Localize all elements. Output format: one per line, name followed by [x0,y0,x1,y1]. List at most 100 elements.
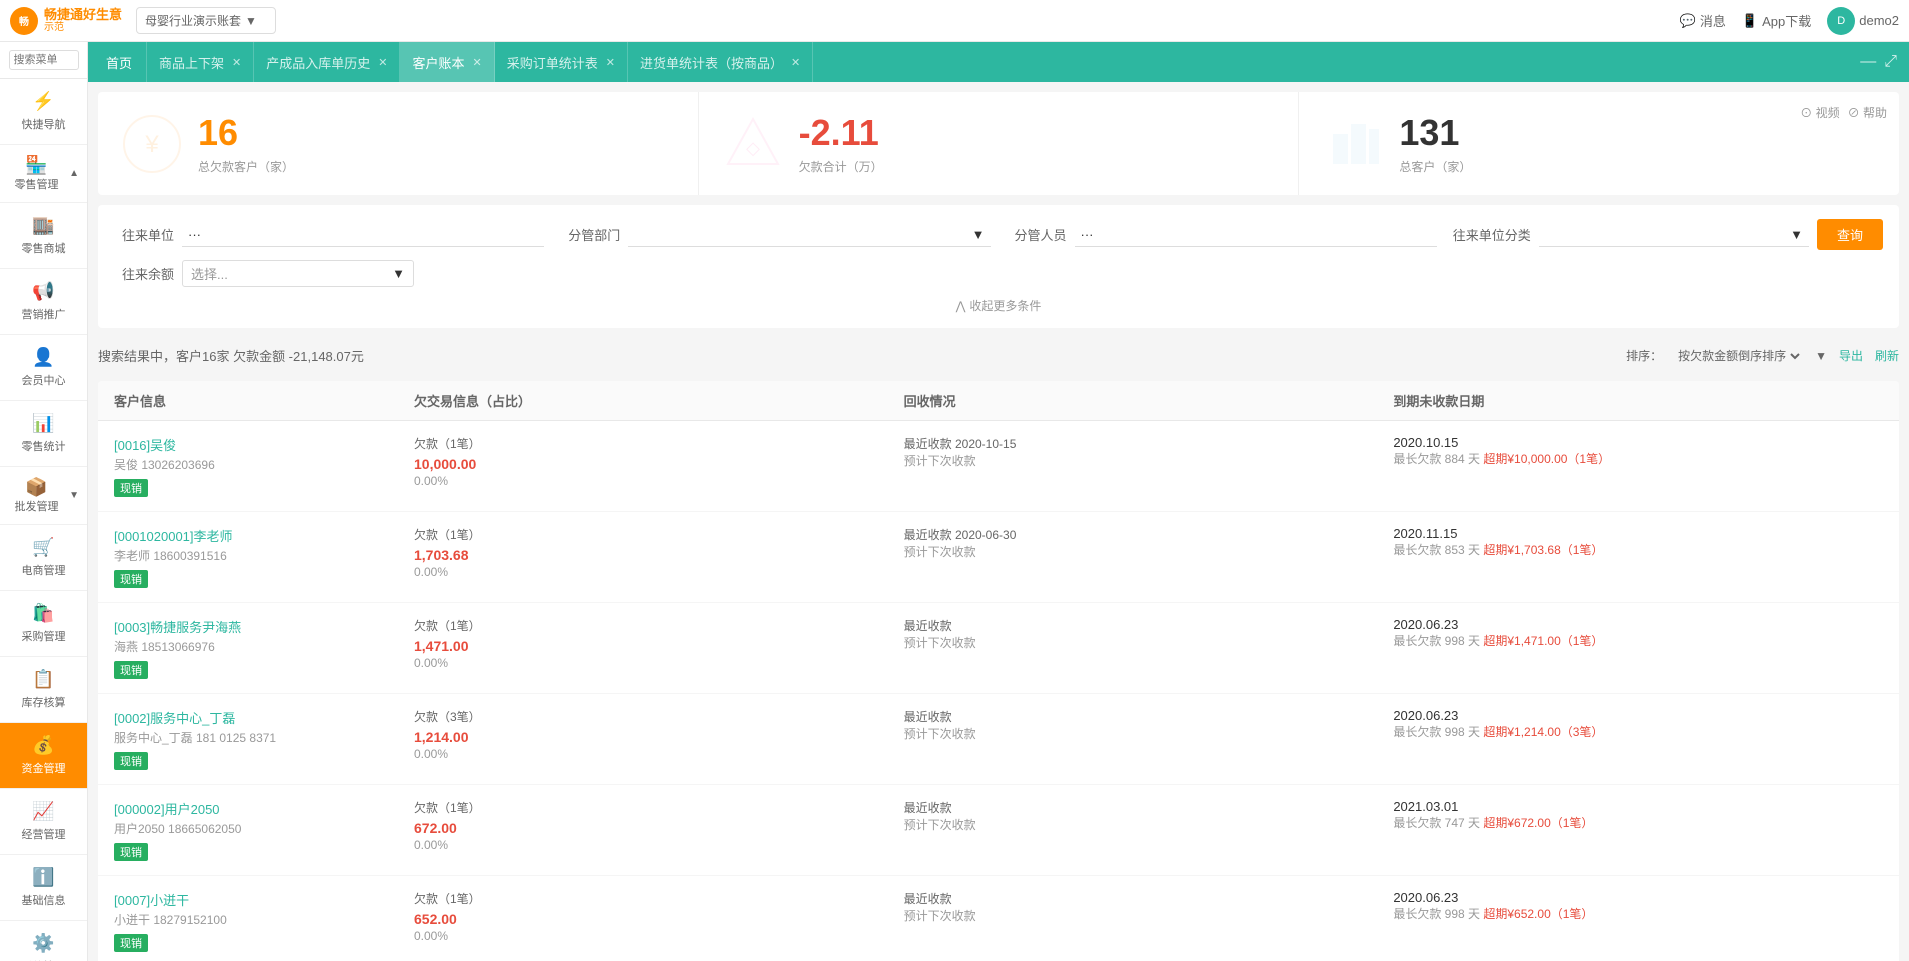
sidebar-item-retail-stat[interactable]: 📊 零售统计 [0,401,87,467]
ecommerce-icon: 🛒 [32,537,54,558]
tab-product-history-close[interactable]: ✕ [378,56,387,69]
tab-product-off[interactable]: 商品上下架 ✕ [147,42,254,82]
sidebar-item-finance[interactable]: 💰 资金管理 [0,723,87,789]
customer-info-2: [0001020001]李老师 李老师 18600391516 现销 [114,526,414,588]
operations-icon: 📈 [32,801,54,822]
tab-actions: — ⤢ [1860,53,1905,71]
filter-row-1: 往来单位 ··· 分管部门 ▼ [114,219,1883,250]
col-customer-info: 客户信息 [114,391,414,410]
customer-name-1[interactable]: [0016]吴俊 [114,438,176,453]
user-menu[interactable]: D demo2 [1827,7,1899,35]
sidebar-item-basic-info[interactable]: ℹ️ 基础信息 [0,855,87,921]
debt-info-2: 欠款（1笔） 1,703.68 0.00% [414,526,904,579]
retail-mgmt-icon: 🏪 [25,155,47,176]
tab-minimize-btn[interactable]: — [1860,53,1876,71]
customer-tag-3: 现销 [114,661,148,679]
sort-select[interactable]: 按欠款金额倒序排序 [1674,348,1803,364]
tab-import-stats[interactable]: 进货单统计表（按商品） ✕ [628,42,813,82]
overdue-link-4[interactable]: 超期¥1,214.00（3笔） [1483,725,1603,739]
search-btn[interactable]: 查询 [1817,219,1883,250]
member-icon: 👤 [32,347,54,368]
view-icon[interactable]: ⊙ 视频 [1800,104,1839,121]
customer-name-6[interactable]: [0007]小迸干 [114,893,189,908]
tab-product-history[interactable]: 产成品入库单历史 ✕ [254,42,400,82]
total-customers-label: 总客户（家） [1399,158,1471,175]
overdue-link-5[interactable]: 超期¥672.00（1笔） [1483,816,1593,830]
overdue-link-6[interactable]: 超期¥652.00（1笔） [1483,907,1593,921]
finance-icon: 💰 [32,735,54,756]
customer-name-3[interactable]: [0003]畅捷服务尹海燕 [114,620,241,635]
sidebar-search-input[interactable] [9,50,79,70]
sidebar-item-inventory[interactable]: 📋 库存核算 [0,657,87,723]
overdue-link-3[interactable]: 超期¥1,471.00（1笔） [1483,634,1603,648]
sidebar-item-retail-store[interactable]: 🏬 零售商城 [0,203,87,269]
due-date-1: 2020.10.15 最长欠款 884 天 超期¥10,000.00（1笔） [1393,435,1883,467]
collapse-btn[interactable]: ⋀ 收起更多条件 [114,297,1883,314]
customer-name-5[interactable]: [000002]用户2050 [114,802,220,817]
tab-customer-account-close[interactable]: ✕ [473,56,482,69]
message-btn[interactable]: 💬 消息 [1680,11,1726,30]
customer-phone-2: 李老师 18600391516 [114,547,414,564]
source-unit-input[interactable]: ··· [182,223,544,247]
person-input[interactable]: ··· [1075,223,1437,247]
col-due-date: 到期未收款日期 [1393,391,1883,410]
message-label: 消息 [1700,11,1726,30]
export-btn[interactable]: 导出 [1839,347,1863,364]
help-icon[interactable]: ⊘ 帮助 [1848,104,1887,121]
app-download-btn[interactable]: 📱 App下载 [1742,11,1811,30]
sidebar-item-purchase[interactable]: 🛍️ 采购管理 [0,591,87,657]
logo-area: 畅 畅捷通好生意 示范 母婴行业演示账套 ▼ [10,7,276,35]
overdue-link-1[interactable]: 超期¥10,000.00（1笔） [1483,452,1610,466]
tab-purchase-stats-close[interactable]: ✕ [606,56,615,69]
debt-total-label: 欠款合计（万） [799,158,883,175]
tab-product-off-close[interactable]: ✕ [232,56,241,69]
tab-product-history-label: 产成品入库单历史 [266,53,370,72]
unit-category-select[interactable]: ▼ [1539,223,1809,247]
sidebar-label-basic-info: 基础信息 [22,892,66,908]
tab-purchase-stats[interactable]: 采购订单统计表 ✕ [495,42,628,82]
sidebar-label-member: 会员中心 [22,372,66,388]
due-date-2: 2020.11.15 最长欠款 853 天 超期¥1,703.68（1笔） [1393,526,1883,558]
sidebar-item-batch-mgmt[interactable]: 📦 批发管理 ▼ [0,467,87,525]
sidebar-item-marketing[interactable]: 📢 营销推广 [0,269,87,335]
sidebar-item-search[interactable] [0,42,87,79]
sidebar-item-member[interactable]: 👤 会员中心 [0,335,87,401]
sidebar-label-batch-mgmt: 批发管理 [15,498,59,514]
card-help: ⊙ 视频 ⊘ 帮助 [1800,104,1887,121]
tab-import-stats-close[interactable]: ✕ [791,56,800,69]
table-row: [0001020001]李老师 李老师 18600391516 现销 欠款（1笔… [98,512,1899,603]
tab-customer-account[interactable]: 客户账本 ✕ [400,42,494,82]
content-area: 首页 商品上下架 ✕ 产成品入库单历史 ✕ 客户账本 ✕ 采购订单统计表 ✕ [88,42,1909,961]
debt-customers-value: 16 [198,112,294,154]
logo-text: 畅捷通好生意 [44,7,122,23]
summary-card-total-customers: 131 总客户（家） ⊙ 视频 ⊘ 帮助 [1299,92,1899,195]
customer-name-2[interactable]: [0001020001]李老师 [114,529,233,544]
overdue-link-2[interactable]: 超期¥1,703.68（1笔） [1483,543,1603,557]
unit-category-label: 往来单位分类 [1453,225,1531,244]
customer-name-4[interactable]: [0002]服务中心_丁磊 [114,711,235,726]
dept-select[interactable]: ▼ [628,223,990,247]
debt-total-icon: ◇ [723,114,783,174]
refresh-btn[interactable]: 刷新 [1875,347,1899,364]
tab-product-off-label: 商品上下架 [159,53,224,72]
summary-row: ¥ 16 总欠款客户（家） ◇ [98,92,1899,195]
tab-home[interactable]: 首页 [92,42,147,82]
sidebar-label-purchase: 采购管理 [22,628,66,644]
avatar-initial: D [1837,15,1845,27]
basic-info-icon: ℹ️ [32,867,54,888]
sidebar-item-ecommerce[interactable]: 🛒 电商管理 [0,525,87,591]
sidebar-item-quick-nav[interactable]: ⚡ 快捷导航 [0,79,87,145]
sidebar-item-system[interactable]: ⚙️ 系统管理 [0,921,87,961]
tab-maximize-btn[interactable]: ⤢ [1884,53,1897,71]
balance-label: 往来余额 [114,264,174,283]
table-row: [0003]畅捷服务尹海燕 海燕 18513066976 现销 欠款（1笔） 1… [98,603,1899,694]
sidebar-item-retail-mgmt[interactable]: 🏪 零售管理 ▲ [0,145,87,203]
debt-customers-icon: ¥ [122,114,182,174]
balance-select[interactable]: 选择... ▼ [182,260,414,287]
company-select[interactable]: 母婴行业演示账套 ▼ [136,7,276,34]
filter-source-unit: 往来单位 ··· [114,223,544,247]
customer-tag-4: 现销 [114,752,148,770]
username: demo2 [1859,13,1899,28]
recovery-4: 最近收款 预计下次收款 [904,708,1394,742]
sidebar-item-operations[interactable]: 📈 经营管理 [0,789,87,855]
